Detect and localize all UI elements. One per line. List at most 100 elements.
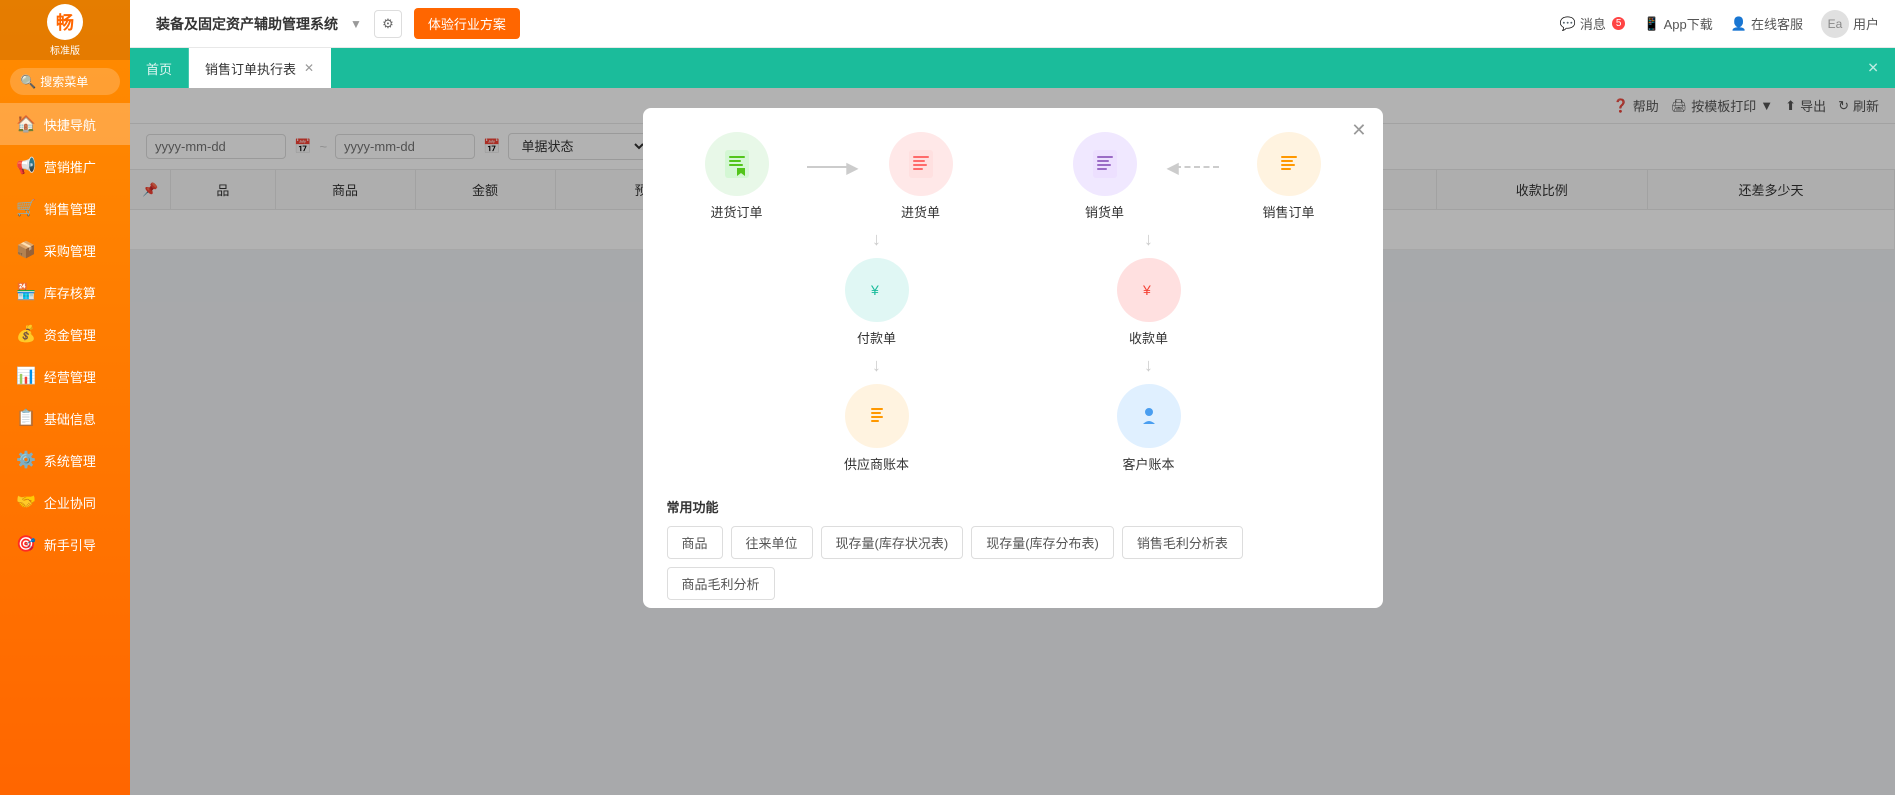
- sidebar-logo-label: 标准版: [50, 42, 80, 57]
- sidebar-item-newbie[interactable]: 🎯 新手引导: [0, 523, 130, 565]
- func-btn-counterpart[interactable]: 往来单位: [731, 526, 813, 559]
- receipt-bill-label: 收款单: [1129, 328, 1168, 347]
- header-center: 装备及固定资产辅助管理系统 ▼ ⚙ 体验行业方案: [146, 8, 1560, 39]
- sidebar: 畅 标准版 🔍 搜索菜单 🏠 快捷导航 📢 营销推广 🛒 销售管理 📦 采购管理…: [0, 0, 130, 795]
- purchase-bill-icon: [889, 132, 953, 196]
- sidebar-item-inventory[interactable]: 🏪 库存核算: [0, 271, 130, 313]
- money-icon: 💰: [16, 324, 36, 344]
- sidebar-item-system-label: 系统管理: [44, 451, 96, 470]
- arrow-purchase-order-to-bill: ▶: [807, 166, 851, 188]
- flow-item-purchase-bill[interactable]: 进货单: [851, 132, 991, 221]
- flow-row-3: ¥ 付款单 ¥ 收款单: [667, 258, 1359, 347]
- flow-row-2: ↓ ↓: [667, 229, 1359, 250]
- sidebar-item-marketing-label: 营销推广: [44, 157, 96, 176]
- arrow-down-sales-bill: ↓: [1144, 229, 1153, 250]
- online-service-button[interactable]: 👤 在线客服: [1731, 14, 1803, 33]
- flow-row-1: 进货订单 ▶ 进货单: [667, 132, 1359, 221]
- svg-text:¥: ¥: [1142, 282, 1151, 298]
- sidebar-item-basic-info-label: 基础信息: [44, 409, 96, 428]
- tab-bar-close-icon[interactable]: ✕: [1867, 60, 1879, 77]
- flow-item-sales-order[interactable]: 销售订单: [1219, 132, 1359, 221]
- sidebar-nav: 🏠 快捷导航 📢 营销推广 🛒 销售管理 📦 采购管理 🏪 库存核算 💰 资金管…: [0, 103, 130, 795]
- sidebar-item-basic-info[interactable]: 📋 基础信息: [0, 397, 130, 439]
- supplier-ledger-label: 供应商账本: [844, 454, 909, 473]
- gear-icon: ⚙️: [16, 450, 36, 470]
- supplier-ledger-icon: [845, 384, 909, 448]
- search-icon: 🔍: [20, 74, 36, 90]
- sidebar-item-sales[interactable]: 🛒 销售管理: [0, 187, 130, 229]
- sidebar-item-quick-nav-label: 快捷导航: [44, 115, 96, 134]
- sidebar-logo-icon: 畅: [47, 4, 83, 40]
- sidebar-item-enterprise[interactable]: 🤝 企业协同: [0, 481, 130, 523]
- tab-sales-order[interactable]: 销售订单执行表 ✕: [189, 48, 331, 88]
- cart-icon: 🛒: [16, 198, 36, 218]
- func-btn-inventory-status[interactable]: 现存量(库存状况表): [821, 526, 964, 559]
- user-menu[interactable]: Ea 用户: [1821, 10, 1879, 38]
- flow-item-receipt-bill[interactable]: ¥ 收款单: [1079, 258, 1219, 347]
- tab-home[interactable]: 首页: [130, 48, 189, 88]
- flow-item-purchase-order[interactable]: 进货订单: [667, 132, 807, 221]
- sidebar-item-inventory-label: 库存核算: [44, 283, 96, 302]
- clipboard-icon: 📋: [16, 408, 36, 428]
- sales-order-icon: [1257, 132, 1321, 196]
- tab-bar: 首页 销售订单执行表 ✕ ✕: [130, 48, 1895, 88]
- sales-order-label: 销售订单: [1262, 202, 1314, 221]
- purchase-order-label: 进货订单: [710, 202, 762, 221]
- flow-item-sales-bill[interactable]: 销货单: [1035, 132, 1175, 221]
- sidebar-item-marketing[interactable]: 📢 营销推广: [0, 145, 130, 187]
- download-icon: 📱: [1643, 16, 1659, 32]
- func-btn-inventory-distribution[interactable]: 现存量(库存分布表): [971, 526, 1114, 559]
- sidebar-logo: 畅 标准版: [0, 0, 130, 60]
- sales-bill-icon: [1073, 132, 1137, 196]
- message-button[interactable]: 💬 消息 5: [1560, 14, 1626, 33]
- chart-icon: 📊: [16, 366, 36, 386]
- experience-button[interactable]: 体验行业方案: [414, 8, 520, 39]
- arrow-down-purchase-bill: ↓: [872, 229, 881, 250]
- tab-close-icon[interactable]: ✕: [304, 61, 314, 75]
- flow-item-customer-ledger[interactable]: 客户账本: [1079, 384, 1219, 473]
- payment-bill-label: 付款单: [857, 328, 896, 347]
- home-icon: 🏠: [16, 114, 36, 134]
- sidebar-item-newbie-label: 新手引导: [44, 535, 96, 554]
- sidebar-item-operations[interactable]: 📊 经营管理: [0, 355, 130, 397]
- flow-diagram: 进货订单 ▶ 进货单: [667, 132, 1359, 473]
- purchase-order-icon: [705, 132, 769, 196]
- app-download-button[interactable]: 📱 App下载: [1643, 14, 1712, 33]
- flow-row-5: 供应商账本 客户账本: [667, 384, 1359, 473]
- tab-sales-order-label: 销售订单执行表: [205, 59, 296, 78]
- arrow-sales-order-to-bill: ◀: [1175, 166, 1219, 188]
- purchase-bill-label: 进货单: [901, 202, 940, 221]
- sidebar-item-sales-label: 销售管理: [44, 199, 96, 218]
- func-btn-product[interactable]: 商品: [667, 526, 723, 559]
- common-functions: 常用功能 商品 往来单位 现存量(库存状况表) 现存量(库存分布表) 销售毛利分…: [667, 497, 1359, 608]
- modal-close-button[interactable]: ✕: [1351, 120, 1366, 141]
- func-btn-product-margin[interactable]: 商品毛利分析: [667, 567, 775, 600]
- system-title: 装备及固定资产辅助管理系统: [156, 14, 338, 34]
- modal-dialog: ✕ 进货订单 ▶: [643, 108, 1383, 608]
- customer-ledger-icon: [1117, 384, 1181, 448]
- sidebar-item-quick-nav[interactable]: 🏠 快捷导航: [0, 103, 130, 145]
- function-buttons-row-1: 商品 往来单位 现存量(库存状况表) 现存量(库存分布表) 销售毛利分析表 商品…: [667, 526, 1359, 600]
- handshake-icon: 🤝: [16, 492, 36, 512]
- flow-item-payment-bill[interactable]: ¥ 付款单: [807, 258, 947, 347]
- search-menu-button[interactable]: 🔍 搜索菜单: [10, 68, 120, 95]
- sidebar-item-finance[interactable]: 💰 资金管理: [0, 313, 130, 355]
- megaphone-icon: 📢: [16, 156, 36, 176]
- flow-item-supplier-ledger[interactable]: 供应商账本: [807, 384, 947, 473]
- warehouse-icon: 🏪: [16, 282, 36, 302]
- receipt-bill-icon: ¥: [1117, 258, 1181, 322]
- svg-text:¥: ¥: [870, 282, 879, 298]
- arrow-down-payment-bill: ↓: [872, 355, 881, 376]
- sidebar-item-system[interactable]: ⚙️ 系统管理: [0, 439, 130, 481]
- sidebar-item-purchase-label: 采购管理: [44, 241, 96, 260]
- service-icon: 👤: [1731, 16, 1747, 32]
- settings-icon[interactable]: ⚙: [374, 10, 402, 38]
- system-dropdown-icon[interactable]: ▼: [350, 17, 362, 31]
- avatar: Ea: [1821, 10, 1849, 38]
- sidebar-item-purchase[interactable]: 📦 采购管理: [0, 229, 130, 271]
- modal-overlay[interactable]: ✕ 进货订单 ▶: [130, 88, 1895, 795]
- message-badge: 5: [1612, 17, 1626, 30]
- func-btn-sales-margin[interactable]: 销售毛利分析表: [1122, 526, 1243, 559]
- sidebar-item-finance-label: 资金管理: [44, 325, 96, 344]
- sales-bill-label: 销货单: [1085, 202, 1124, 221]
